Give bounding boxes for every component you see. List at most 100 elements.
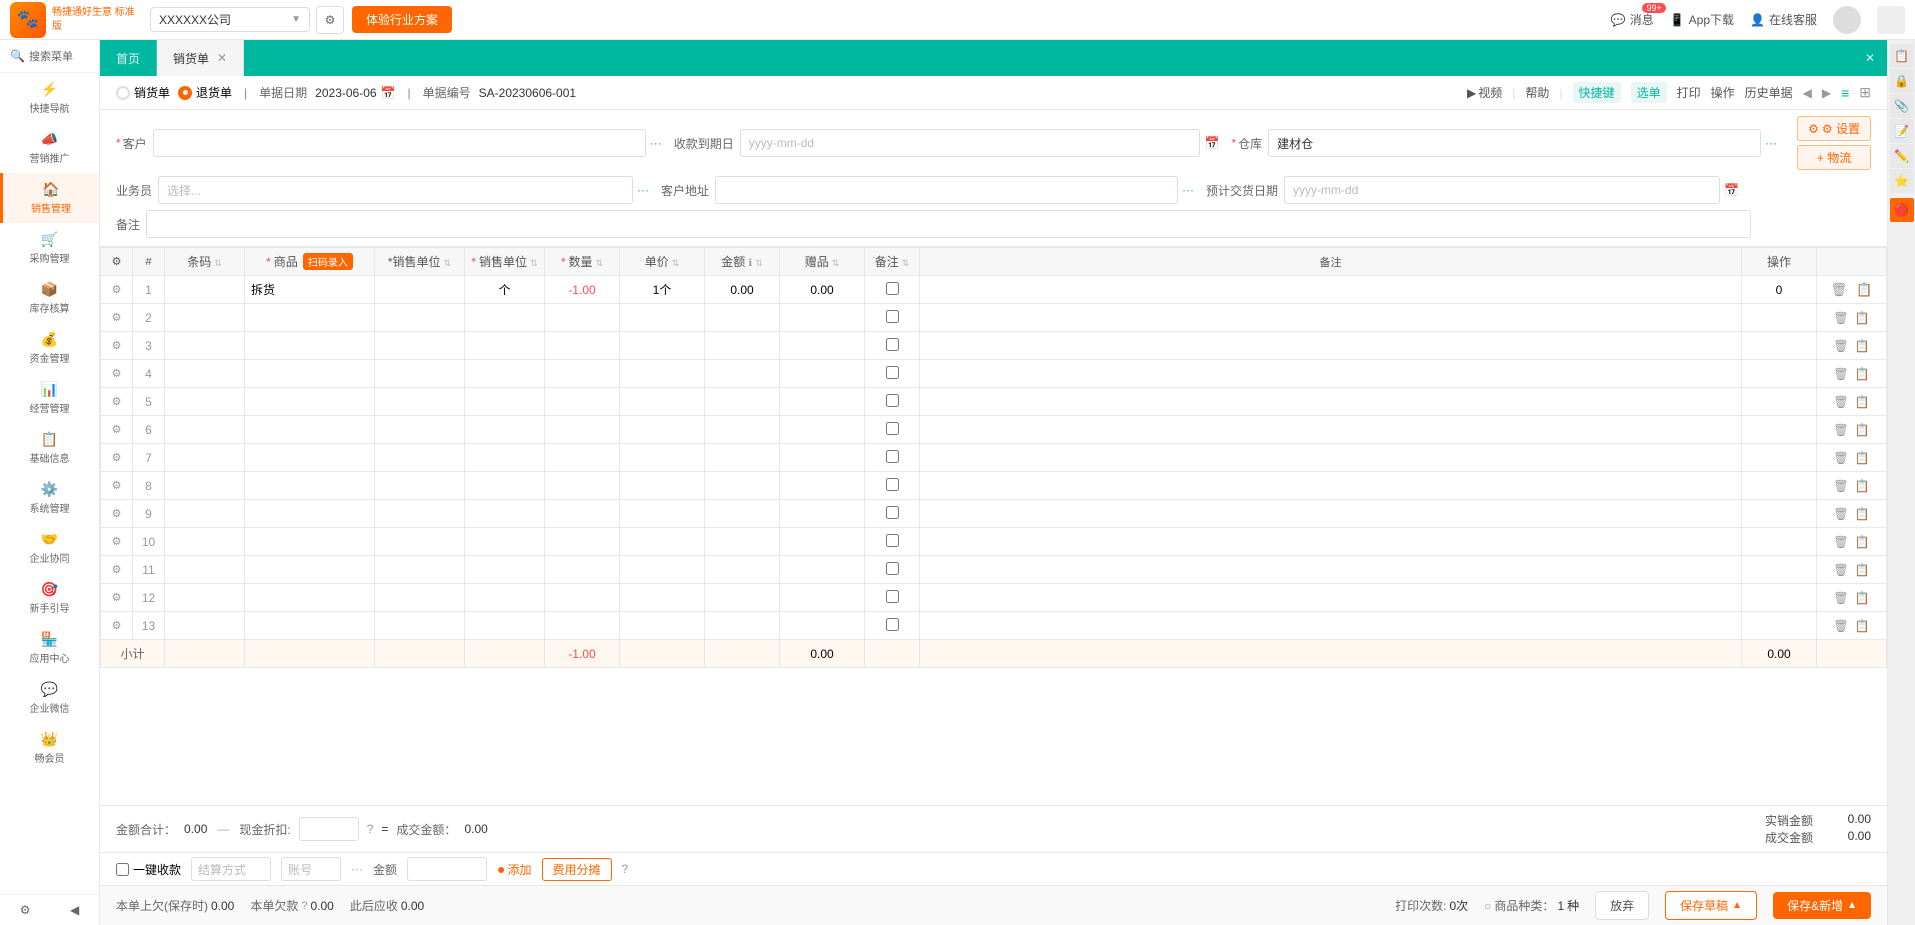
sidebar-item-quick-nav[interactable]: ⚡ 快捷导航	[0, 73, 99, 123]
radio-return-order[interactable]: 退货单	[178, 84, 232, 101]
row-price-1[interactable]: 0.00	[705, 276, 780, 304]
row-product-1[interactable]: 拆货	[245, 276, 375, 304]
expected-date-calendar-icon[interactable]: 📅	[1720, 183, 1743, 197]
amount-input[interactable]	[407, 857, 487, 881]
float-btn-5[interactable]: ✏️	[1890, 144, 1914, 168]
salesperson-input[interactable]: 选择...	[158, 176, 633, 204]
gift-checkbox-7[interactable]	[886, 450, 899, 463]
tool-history[interactable]: 历史单据	[1745, 84, 1793, 101]
customer-addr-input[interactable]	[715, 176, 1178, 204]
gift-checkbox-6[interactable]	[886, 422, 899, 435]
row-gear-1[interactable]: ⚙	[101, 276, 133, 304]
sidebar-item-finance[interactable]: 💰 资金管理	[0, 323, 99, 373]
row-delete-icon-4[interactable]: 🗑	[1833, 367, 1848, 381]
row-copy-icon-6[interactable]: 📋	[1855, 423, 1870, 437]
row-gift-1[interactable]	[865, 276, 920, 304]
customer-input[interactable]	[153, 129, 646, 157]
sidebar-item-member[interactable]: 👑 畅会员	[0, 723, 99, 773]
row-packqty-1[interactable]: 1个	[620, 276, 705, 304]
save-new-button[interactable]: 保存&新增 ▲	[1773, 892, 1871, 919]
row-copy-icon-4[interactable]: 📋	[1855, 367, 1870, 381]
customer-ellipsis-icon[interactable]: ···	[646, 136, 666, 150]
delivery-action-button[interactable]: + 物流	[1797, 145, 1871, 170]
row-delete-icon-11[interactable]: 🗑	[1833, 563, 1848, 577]
gift-checkbox-5[interactable]	[886, 394, 899, 407]
warehouse-input[interactable]: 建材仓	[1268, 129, 1761, 157]
sidebar-item-operation[interactable]: 📊 经营管理	[0, 373, 99, 423]
online-service-nav-item[interactable]: 👤 在线客服	[1750, 11, 1817, 28]
row-spec-1[interactable]	[375, 276, 465, 304]
row-copy-icon-5[interactable]: 📋	[1855, 395, 1870, 409]
gift-checkbox-1[interactable]	[886, 282, 899, 295]
sidebar-collapse-icon[interactable]: ◀	[70, 903, 79, 917]
row-copy-icon-7[interactable]: 📋	[1855, 451, 1870, 465]
row-barcode-1[interactable]	[165, 276, 245, 304]
avatar[interactable]	[1833, 6, 1861, 34]
sidebar-settings-icon[interactable]: ⚙	[20, 903, 31, 917]
row-delete-icon-3[interactable]: 🗑	[1833, 339, 1848, 353]
discount-input[interactable]	[299, 817, 359, 841]
tool-help[interactable]: 帮助	[1525, 84, 1549, 101]
row-copy-icon-10[interactable]: 📋	[1855, 535, 1870, 549]
sidebar-item-guide[interactable]: 🎯 新手引导	[0, 573, 99, 623]
float-btn-orange[interactable]: 🔴	[1890, 198, 1914, 222]
row-delete-icon-9[interactable]: 🗑	[1833, 507, 1848, 521]
save-draft-button[interactable]: 保存草稿 ▲	[1665, 891, 1757, 920]
nav-prev-icon[interactable]: ◀	[1803, 86, 1812, 100]
row-copy-icon-2[interactable]: 📋	[1855, 311, 1870, 325]
user-menu-icon[interactable]	[1877, 6, 1905, 34]
one-click-pay-checkbox[interactable]: 一键收款	[116, 861, 181, 878]
message-nav-item[interactable]: 💬 消息 99+	[1611, 11, 1654, 28]
notes-input[interactable]	[146, 210, 1751, 238]
scan-button[interactable]: 扫码录入	[303, 253, 353, 270]
date-calendar-icon[interactable]: 📅	[381, 86, 396, 100]
tab-sales-order[interactable]: 销货单 ✕	[157, 40, 244, 76]
float-btn-2[interactable]: 🔒	[1890, 69, 1914, 93]
receive-date-input[interactable]: yyyy-mm-dd	[740, 129, 1201, 157]
customer-addr-ellipsis-icon[interactable]: ···	[1178, 183, 1198, 197]
settings-gear-icon[interactable]: ⚙	[316, 6, 344, 34]
abandon-button[interactable]: 放弃	[1595, 891, 1649, 920]
sidebar-item-basic[interactable]: 📋 基础信息	[0, 423, 99, 473]
account-ellipsis-icon[interactable]: ···	[351, 862, 363, 876]
float-btn-3[interactable]: 📎	[1890, 94, 1914, 118]
gift-checkbox-10[interactable]	[886, 534, 899, 547]
row-delete-icon-13[interactable]: 🗑	[1833, 619, 1848, 633]
row-delete-icon-12[interactable]: 🗑	[1833, 591, 1848, 605]
row-delete-icon-2[interactable]: 🗑	[1833, 311, 1848, 325]
row-copy-icon-13[interactable]: 📋	[1855, 619, 1870, 633]
row-delete-icon-5[interactable]: 🗑	[1833, 395, 1848, 409]
gift-checkbox-13[interactable]	[886, 618, 899, 631]
price-info-icon[interactable]: ℹ	[748, 258, 752, 269]
table-scroll-area[interactable]: ⚙ # 条码 ⇅ * 商品 扫码录入	[100, 247, 1887, 805]
row-copy-icon-8[interactable]: 📋	[1855, 479, 1870, 493]
settings-action-button[interactable]: ⚙ ⚙ 设置	[1797, 116, 1871, 141]
radio-sales-order[interactable]: 销货单	[116, 84, 170, 101]
row-copy-icon-12[interactable]: 📋	[1855, 591, 1870, 605]
receive-date-calendar-icon[interactable]: 📅	[1200, 136, 1223, 150]
th-gear[interactable]: ⚙	[101, 248, 133, 276]
gift-checkbox-3[interactable]	[886, 338, 899, 351]
tool-operations[interactable]: 操作	[1711, 84, 1735, 101]
date-field[interactable]: 2023-06-06 📅	[315, 86, 395, 100]
row-delete-icon-1[interactable]: 🗑	[1830, 282, 1847, 297]
fee-split-button[interactable]: 费用分摊	[542, 858, 612, 881]
trial-button[interactable]: 体验行业方案	[352, 6, 452, 33]
view-grid-icon[interactable]: ⊞	[1859, 84, 1871, 101]
warehouse-ellipsis-icon[interactable]: ···	[1761, 136, 1781, 150]
tab-home[interactable]: 首页	[100, 40, 157, 76]
row-copy-icon-11[interactable]: 📋	[1855, 563, 1870, 577]
row-delete-icon-6[interactable]: 🗑	[1833, 423, 1848, 437]
window-close-button[interactable]: ✕	[1853, 40, 1887, 76]
sidebar-item-appstore[interactable]: 🏪 应用中心	[0, 623, 99, 673]
app-download-nav-item[interactable]: 📱 App下载	[1670, 11, 1734, 28]
float-btn-6[interactable]: ⭐	[1890, 169, 1914, 193]
row-copy-icon-9[interactable]: 📋	[1855, 507, 1870, 521]
sidebar-item-sales[interactable]: 🏠 销售管理	[0, 173, 99, 223]
gift-checkbox-2[interactable]	[886, 310, 899, 323]
sidebar-item-wechat[interactable]: 💬 企业微信	[0, 673, 99, 723]
row-delete-icon-10[interactable]: 🗑	[1833, 535, 1848, 549]
tool-select[interactable]: 选单	[1631, 82, 1667, 103]
salesperson-ellipsis-icon[interactable]: ···	[633, 183, 653, 197]
one-click-pay-cb[interactable]	[116, 863, 129, 876]
